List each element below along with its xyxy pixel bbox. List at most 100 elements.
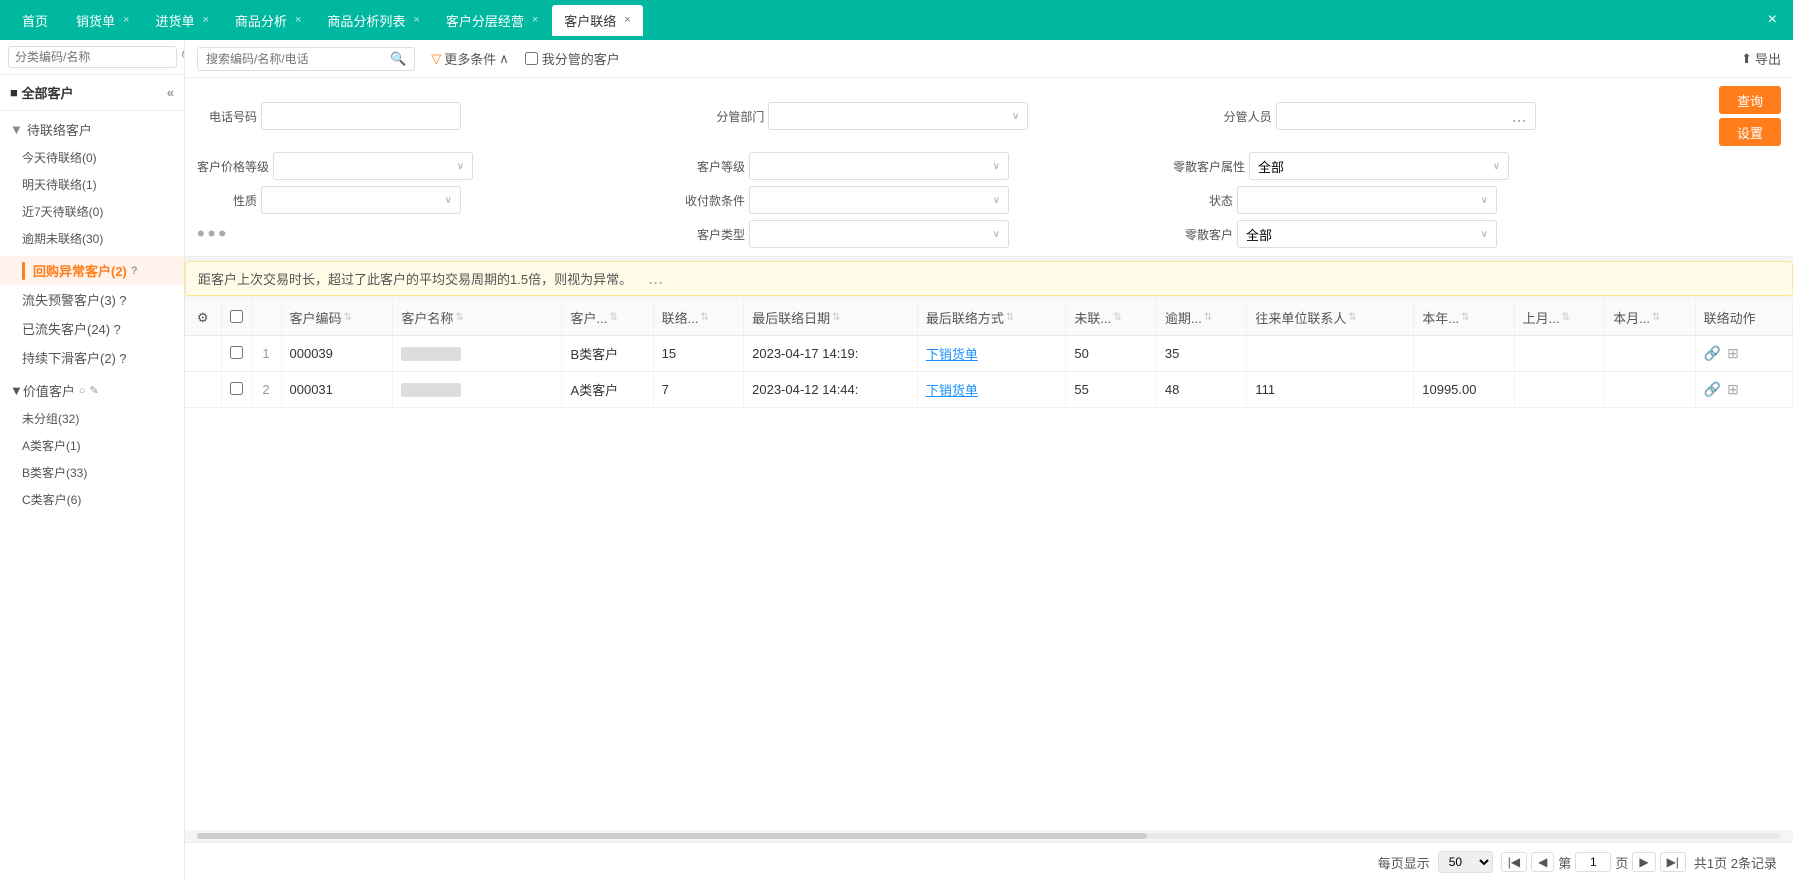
tooltip-text: 距客户上次交易时长，超过了此客户的平均交易周期的1.5倍，则视为异常。 (198, 269, 632, 288)
person-label: 分管人员 (1212, 108, 1272, 125)
sidebar-item-a-class[interactable]: A类客户(1) (0, 432, 184, 459)
col-last-date-header[interactable]: 最后联络日期⇅ (744, 300, 918, 336)
col-code-header[interactable]: 客户编码⇅ (281, 300, 393, 336)
last-page-button[interactable]: ▶| (1660, 852, 1686, 872)
page-number-input[interactable] (1575, 852, 1611, 872)
col-category-header[interactable]: 客户...⇅ (562, 300, 653, 336)
next-page-button[interactable]: ▶ (1632, 852, 1655, 872)
retail-attr-select[interactable]: 全部 ∨ (1249, 152, 1509, 180)
last-way-sort-icon: ⇅ (1006, 312, 1014, 323)
row1-checkbox[interactable] (221, 336, 251, 372)
tooltip-more-icon[interactable]: ... (648, 268, 663, 289)
unread-sort-icon: ⇅ (1113, 312, 1121, 323)
window-close-button[interactable]: × (1760, 11, 1785, 29)
row2-last-way[interactable]: 下销货单 (917, 372, 1066, 408)
filter-payment: 收付款条件 ∨ (685, 186, 1165, 214)
value-customer-settings-icon[interactable]: ✎ (90, 384, 99, 397)
col-contacts-header[interactable]: 往来单位联系人⇅ (1247, 300, 1414, 336)
per-page-select[interactable]: 50 100 200 (1438, 851, 1493, 873)
my-customers-checkbox-area[interactable]: 我分管的客户 (525, 49, 620, 68)
payment-select[interactable]: ∨ (749, 186, 1009, 214)
row1-last-way[interactable]: 下销货单 (917, 336, 1066, 372)
col-thisyear-header[interactable]: 本年...⇅ (1414, 300, 1514, 336)
search-icon[interactable]: 🔍 (390, 51, 406, 67)
close-purchase-tab[interactable]: × (202, 14, 208, 26)
nav-tab-sales[interactable]: 销货单 × (64, 5, 141, 36)
sidebar-item-c-class[interactable]: C类客户(6) (0, 486, 184, 513)
col-last-way-header[interactable]: 最后联络方式⇅ (917, 300, 1066, 336)
page-navigation: |◀ ◀ 第 页 ▶ ▶| (1501, 852, 1686, 872)
nav-tab-product-list[interactable]: 商品分析列表 × (315, 5, 431, 36)
sidebar-item-already-lost[interactable]: 已流失客户(24) ? (0, 314, 184, 343)
customer-grade-select[interactable]: ∨ (749, 152, 1009, 180)
price-grade-select[interactable]: ∨ (273, 152, 473, 180)
sidebar-item-tomorrow[interactable]: 明天待联络(1) (0, 171, 184, 198)
retail-customer-select[interactable]: 全部 ∨ (1237, 220, 1497, 248)
col-gear[interactable]: ⚙ (185, 300, 221, 336)
col-overdue-header[interactable]: 逾期...⇅ (1156, 300, 1247, 336)
more-filter-dots[interactable]: ••• (197, 221, 229, 247)
nav-tab-customer-segment[interactable]: 客户分层经营 × (434, 5, 550, 36)
retail-customer-label: 零散客户 (1173, 226, 1233, 243)
sidebar-item-lost-risk[interactable]: 流失预警客户(3) ? (0, 285, 184, 314)
row1-link-icon[interactable]: 🔗 (1704, 345, 1721, 362)
more-conditions-button[interactable]: ▽ 更多条件 ∧ (423, 46, 517, 71)
status-select[interactable]: ∨ (1237, 186, 1497, 214)
sidebar-item-continuous-down[interactable]: 持续下滑客户(2) ? (0, 343, 184, 372)
person-select[interactable]: ... (1276, 102, 1536, 130)
nav-tab-home[interactable]: 首页 (8, 5, 62, 36)
dept-select[interactable]: ∨ (768, 102, 1028, 130)
col-checkbox-header[interactable] (221, 300, 251, 336)
last-date-sort-icon: ⇅ (832, 312, 840, 323)
sidebar-item-ungrouped[interactable]: 未分组(32) (0, 405, 184, 432)
filter-dept: 分管部门 ∨ (704, 102, 1203, 130)
sidebar-search-input[interactable] (8, 46, 177, 68)
pending-contact-title[interactable]: ▼ 待联络客户 (0, 115, 184, 144)
horizontal-scrollbar[interactable] (185, 830, 1793, 842)
my-customers-checkbox[interactable] (525, 52, 538, 65)
close-customer-contact-tab[interactable]: × (624, 14, 630, 26)
nav-tab-product-analysis[interactable]: 商品分析 × (223, 5, 313, 36)
nav-tab-purchase[interactable]: 进货单 × (143, 5, 220, 36)
row2-checkbox[interactable] (221, 372, 251, 408)
sidebar-item-repurchase-anomaly[interactable]: 回购异常客户(2) ? (0, 256, 184, 285)
person-more-icon[interactable]: ... (1512, 106, 1527, 127)
search-input[interactable] (206, 52, 386, 66)
all-customers-title[interactable]: ■ 全部客户 « (0, 75, 184, 111)
first-page-button[interactable]: |◀ (1501, 852, 1527, 872)
filter-customer-grade: 客户等级 ∨ (685, 152, 1165, 180)
already-lost-help-icon: ? (113, 322, 120, 337)
select-all-checkbox[interactable] (230, 310, 243, 323)
value-customer-edit-icon[interactable]: ○ (79, 385, 86, 397)
sidebar-item-7days[interactable]: 近7天待联络(0) (0, 198, 184, 225)
query-button[interactable]: 查询 (1719, 86, 1781, 114)
sidebar-item-b-class[interactable]: B类客户(33) (0, 459, 184, 486)
scroll-track[interactable] (197, 833, 1781, 839)
filter-row-4: ••• 客户类型 ∨ 零散客户 全部 ∨ (197, 220, 1781, 248)
sidebar-collapse-icon[interactable]: « (167, 85, 174, 100)
gender-select[interactable]: ∨ (261, 186, 461, 214)
col-unread-header[interactable]: 未联...⇅ (1066, 300, 1157, 336)
setting-button[interactable]: 设置 (1719, 118, 1781, 146)
prev-page-button[interactable]: ◀ (1531, 852, 1554, 872)
col-lastmonth-header[interactable]: 上月...⇅ (1514, 300, 1605, 336)
customer-type-select[interactable]: ∨ (749, 220, 1009, 248)
nav-tab-customer-contact[interactable]: 客户联络 × (552, 5, 642, 36)
value-customer-title[interactable]: ▼ 价值客户 ○ ✎ (0, 376, 184, 405)
row2-link-icon[interactable]: 🔗 (1704, 381, 1721, 398)
export-button[interactable]: ⬆ 导出 (1741, 49, 1781, 68)
phone-input[interactable] (261, 102, 461, 130)
close-sales-tab[interactable]: × (123, 14, 129, 26)
row2-grid-icon[interactable]: ⊞ (1727, 381, 1739, 398)
close-product-list-tab[interactable]: × (413, 14, 419, 26)
row1-grid-icon[interactable]: ⊞ (1727, 345, 1739, 362)
col-contact-header[interactable]: 联络...⇅ (653, 300, 744, 336)
payment-down-icon: ∨ (993, 195, 1000, 206)
sidebar-item-today[interactable]: 今天待联络(0) (0, 144, 184, 171)
col-thismonth-header[interactable]: 本月...⇅ (1605, 300, 1696, 336)
close-customer-segment-tab[interactable]: × (532, 14, 538, 26)
scroll-thumb[interactable] (197, 833, 1147, 839)
close-product-analysis-tab[interactable]: × (295, 14, 301, 26)
col-name-header[interactable]: 客户名称⇅ (393, 300, 562, 336)
sidebar-item-overdue[interactable]: 逾期未联络(30) (0, 225, 184, 252)
